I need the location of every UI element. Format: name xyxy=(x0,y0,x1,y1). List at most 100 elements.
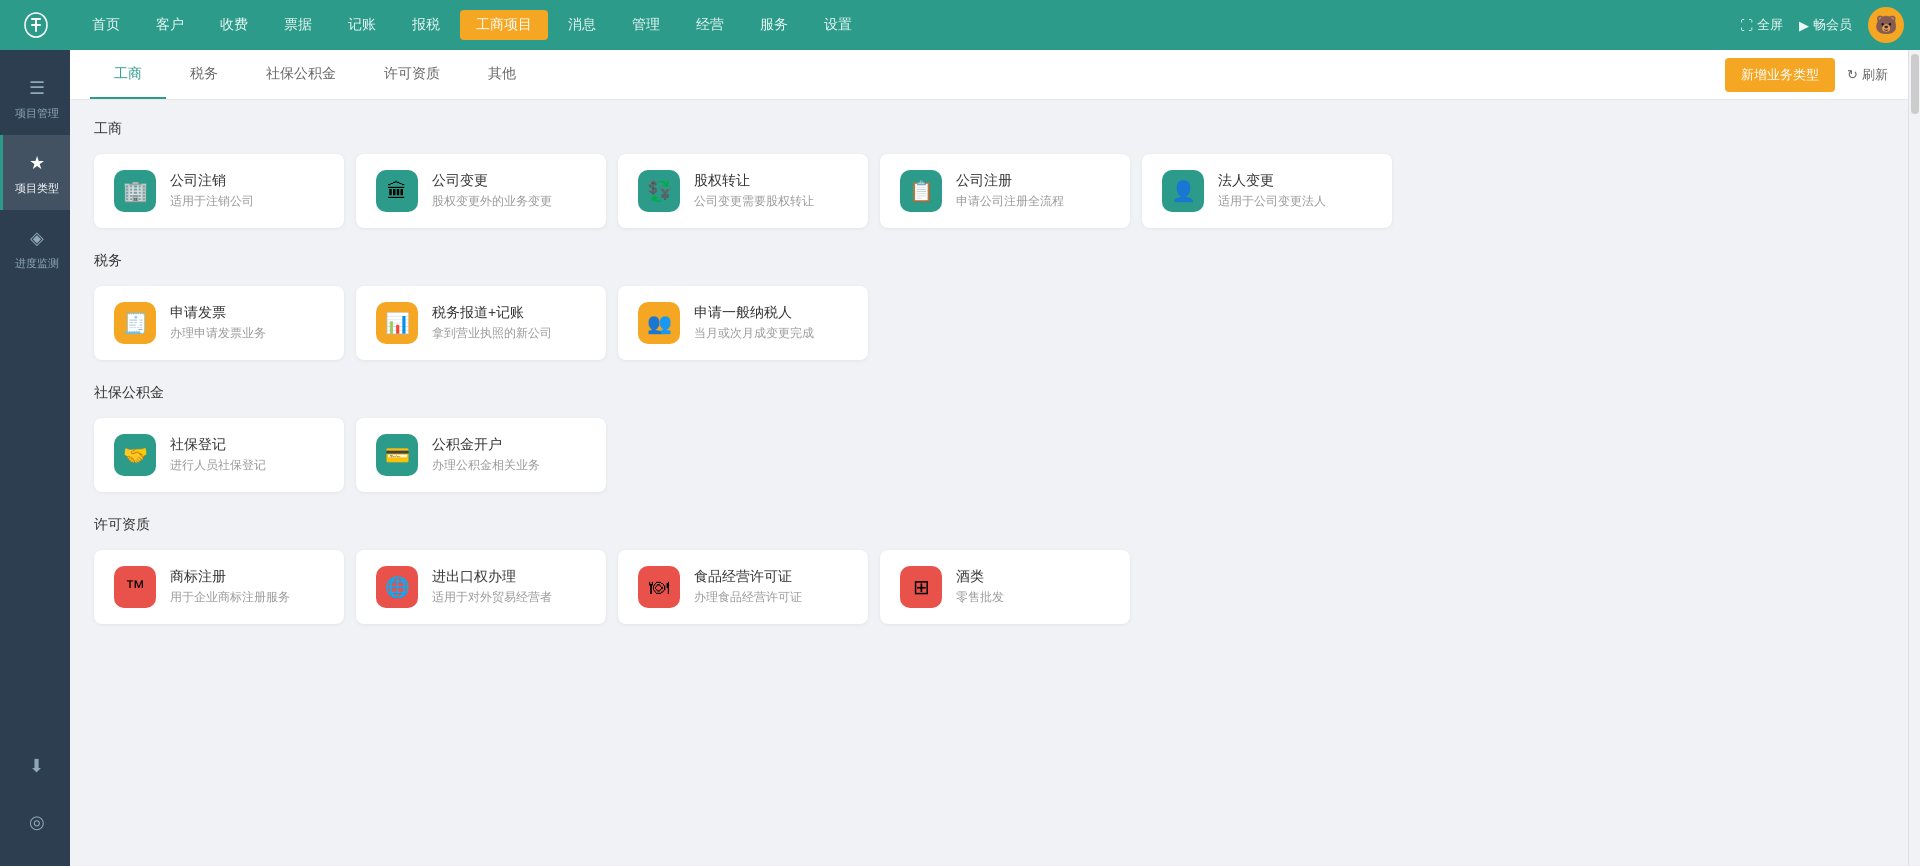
scrollbar-thumb xyxy=(1911,54,1919,114)
food-license-desc: 办理食品经营许可证 xyxy=(694,589,802,606)
card-food-license[interactable]: 🍽 食品经营许可证 办理食品经营许可证 xyxy=(618,550,868,624)
nav-item-工商项目[interactable]: 工商项目 xyxy=(460,10,548,40)
legal-change-title: 法人变更 xyxy=(1218,172,1326,190)
refresh-button[interactable]: ↻ 刷新 xyxy=(1847,66,1888,84)
top-nav-right: ⛶ 全屏 ▶ 畅会员 🐻 xyxy=(1740,7,1904,43)
nav-item-首页[interactable]: 首页 xyxy=(76,10,136,40)
section-title-gongshang: 工商 xyxy=(94,120,1884,138)
provident-fund-open-icon: 💳 xyxy=(376,434,418,476)
card-import-export[interactable]: 🌐 进出口权办理 适用于对外贸易经营者 xyxy=(356,550,606,624)
member-btn[interactable]: ▶ 畅会员 xyxy=(1799,16,1852,34)
company-cancel-desc: 适用于注销公司 xyxy=(170,193,254,210)
card-liquor[interactable]: ⊞ 酒类 零售批发 xyxy=(880,550,1130,624)
company-cancel-icon: 🏢 xyxy=(114,170,156,212)
company-change-desc: 股权变更外的业务变更 xyxy=(432,193,552,210)
card-tax-report-bookkeeping[interactable]: 📊 税务报道+记账 拿到营业执照的新公司 xyxy=(356,286,606,360)
import-export-text: 进出口权办理 适用于对外贸易经营者 xyxy=(432,568,552,606)
nav-item-收费[interactable]: 收费 xyxy=(204,10,264,40)
company-register-icon: 📋 xyxy=(900,170,942,212)
fullscreen-btn[interactable]: ⛶ 全屏 xyxy=(1740,16,1783,34)
import-export-icon: 🌐 xyxy=(376,566,418,608)
section-title-shebao: 社保公积金 xyxy=(94,384,1884,402)
sidebar-item-download[interactable]: ⬇ xyxy=(0,738,70,794)
card-trademark-register[interactable]: ™ 商标注册 用于企业商标注册服务 xyxy=(94,550,344,624)
apply-general-taxpayer-text: 申请一般纳税人 当月或次月成变更完成 xyxy=(694,304,814,342)
nav-item-消息[interactable]: 消息 xyxy=(552,10,612,40)
sidebar-item-location[interactable]: ◎ xyxy=(0,794,70,850)
provident-fund-open-title: 公积金开户 xyxy=(432,436,540,454)
trademark-register-desc: 用于企业商标注册服务 xyxy=(170,589,290,606)
sidebar-bottom: ⬇ ◎ xyxy=(0,738,70,866)
sidebar-items: ☰ 项目管理 ★ 项目类型 ◈ 进度监测 xyxy=(0,60,70,285)
tab-bar: 工商税务社保公积金许可资质其他 新增业务类型 ↻ 刷新 xyxy=(70,50,1908,100)
section-gongshang: 工商 🏢 公司注销 适用于注销公司 🏛 公司变更 股权变更外的业务变更 💱 股权… xyxy=(94,120,1884,228)
nav-items: 首页客户收费票据记账报税工商项目消息管理经营服务设置 xyxy=(76,10,1740,40)
tab-社保公积金[interactable]: 社保公积金 xyxy=(242,51,360,99)
equity-transfer-title: 股权转让 xyxy=(694,172,814,190)
card-legal-change[interactable]: 👤 法人变更 适用于公司变更法人 xyxy=(1142,154,1392,228)
right-scrollbar xyxy=(1908,50,1920,866)
card-provident-fund-open[interactable]: 💳 公积金开户 办理公积金相关业务 xyxy=(356,418,606,492)
tab-actions: 新增业务类型 ↻ 刷新 xyxy=(1725,58,1888,92)
project-mgmt-icon: ☰ xyxy=(23,74,51,102)
cards-grid-gongshang: 🏢 公司注销 适用于注销公司 🏛 公司变更 股权变更外的业务变更 💱 股权转让 … xyxy=(94,154,1884,228)
tab-工商[interactable]: 工商 xyxy=(90,51,166,99)
apply-general-taxpayer-title: 申请一般纳税人 xyxy=(694,304,814,322)
tab-许可资质[interactable]: 许可资质 xyxy=(360,51,464,99)
refresh-label: 刷新 xyxy=(1862,66,1888,84)
equity-transfer-text: 股权转让 公司变更需要股权转让 xyxy=(694,172,814,210)
apply-invoice-text: 申请发票 办理申请发票业务 xyxy=(170,304,266,342)
sections-container: 工商 🏢 公司注销 适用于注销公司 🏛 公司变更 股权变更外的业务变更 💱 股权… xyxy=(94,120,1884,624)
tabs: 工商税务社保公积金许可资质其他 xyxy=(90,51,540,98)
nav-item-票据[interactable]: 票据 xyxy=(268,10,328,40)
section-xuke: 许可资质 ™ 商标注册 用于企业商标注册服务 🌐 进出口权办理 适用于对外贸易经… xyxy=(94,516,1884,624)
tab-税务[interactable]: 税务 xyxy=(166,51,242,99)
nav-item-设置[interactable]: 设置 xyxy=(808,10,868,40)
liquor-icon: ⊞ xyxy=(900,566,942,608)
location-icon: ◎ xyxy=(23,808,51,836)
card-apply-invoice[interactable]: 🧾 申请发票 办理申请发票业务 xyxy=(94,286,344,360)
tab-其他[interactable]: 其他 xyxy=(464,51,540,99)
import-export-title: 进出口权办理 xyxy=(432,568,552,586)
nav-item-服务[interactable]: 服务 xyxy=(744,10,804,40)
project-mgmt-label: 项目管理 xyxy=(15,106,59,121)
nav-item-管理[interactable]: 管理 xyxy=(616,10,676,40)
sidebar-item-project-mgmt[interactable]: ☰ 项目管理 xyxy=(0,60,70,135)
nav-item-经营[interactable]: 经营 xyxy=(680,10,740,40)
member-icon: ▶ xyxy=(1799,18,1809,33)
company-register-text: 公司注册 申请公司注册全流程 xyxy=(956,172,1064,210)
legal-change-text: 法人变更 适用于公司变更法人 xyxy=(1218,172,1326,210)
card-company-register[interactable]: 📋 公司注册 申请公司注册全流程 xyxy=(880,154,1130,228)
liquor-title: 酒类 xyxy=(956,568,1004,586)
apply-invoice-icon: 🧾 xyxy=(114,302,156,344)
sidebar-item-project-type[interactable]: ★ 项目类型 xyxy=(0,135,70,210)
section-title-xuke: 许可资质 xyxy=(94,516,1884,534)
fullscreen-label: 全屏 xyxy=(1757,16,1783,34)
import-export-desc: 适用于对外贸易经营者 xyxy=(432,589,552,606)
section-title-shuiwu: 税务 xyxy=(94,252,1884,270)
sidebar-item-progress-monitor[interactable]: ◈ 进度监测 xyxy=(0,210,70,285)
card-company-cancel[interactable]: 🏢 公司注销 适用于注销公司 xyxy=(94,154,344,228)
apply-invoice-title: 申请发票 xyxy=(170,304,266,322)
top-nav: 首页客户收费票据记账报税工商项目消息管理经营服务设置 ⛶ 全屏 ▶ 畅会员 🐻 xyxy=(0,0,1920,50)
cards-grid-xuke: ™ 商标注册 用于企业商标注册服务 🌐 进出口权办理 适用于对外贸易经营者 🍽 … xyxy=(94,550,1884,624)
company-change-icon: 🏛 xyxy=(376,170,418,212)
apply-general-taxpayer-desc: 当月或次月成变更完成 xyxy=(694,325,814,342)
project-type-label: 项目类型 xyxy=(15,181,59,196)
card-social-insurance-register[interactable]: 🤝 社保登记 进行人员社保登记 xyxy=(94,418,344,492)
provident-fund-open-desc: 办理公积金相关业务 xyxy=(432,457,540,474)
card-apply-general-taxpayer[interactable]: 👥 申请一般纳税人 当月或次月成变更完成 xyxy=(618,286,868,360)
new-type-button[interactable]: 新增业务类型 xyxy=(1725,58,1835,92)
company-register-desc: 申请公司注册全流程 xyxy=(956,193,1064,210)
section-shuiwu: 税务 🧾 申请发票 办理申请发票业务 📊 税务报道+记账 拿到营业执照的新公司 … xyxy=(94,252,1884,360)
main-layout: ☰ 项目管理 ★ 项目类型 ◈ 进度监测 ⬇ ◎ 工商税务社保公积金许可资质其他… xyxy=(0,50,1920,866)
nav-item-记账[interactable]: 记账 xyxy=(332,10,392,40)
card-company-change[interactable]: 🏛 公司变更 股权变更外的业务变更 xyxy=(356,154,606,228)
card-equity-transfer[interactable]: 💱 股权转让 公司变更需要股权转让 xyxy=(618,154,868,228)
nav-item-客户[interactable]: 客户 xyxy=(140,10,200,40)
company-cancel-text: 公司注销 适用于注销公司 xyxy=(170,172,254,210)
scrollable-content[interactable]: 工商 🏢 公司注销 适用于注销公司 🏛 公司变更 股权变更外的业务变更 💱 股权… xyxy=(70,100,1908,866)
liquor-text: 酒类 零售批发 xyxy=(956,568,1004,606)
nav-item-报税[interactable]: 报税 xyxy=(396,10,456,40)
equity-transfer-icon: 💱 xyxy=(638,170,680,212)
